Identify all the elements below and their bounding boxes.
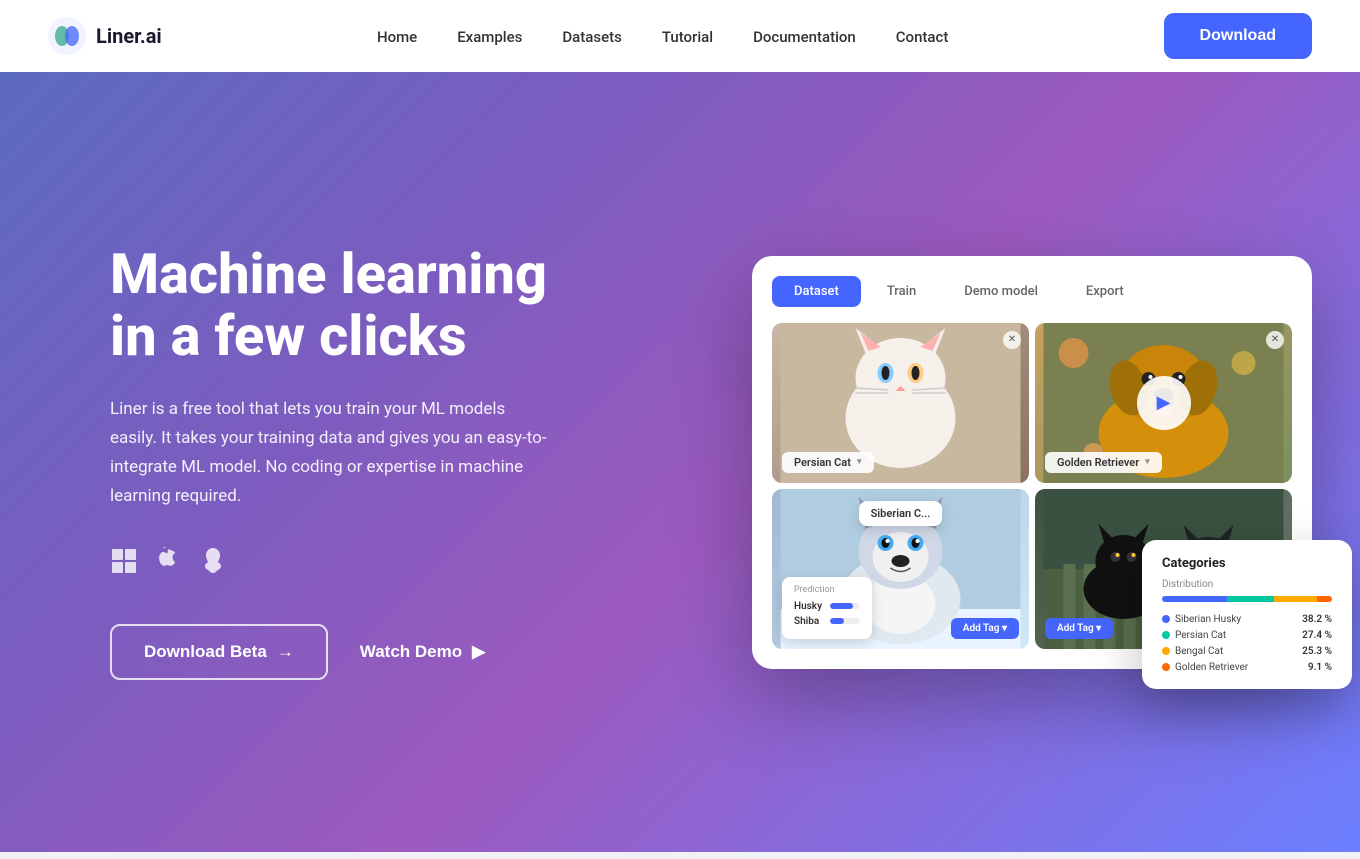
tab-demo-model[interactable]: Demo model xyxy=(942,276,1060,307)
navbar: Liner.ai Home Examples Datasets Tutorial… xyxy=(0,0,1360,72)
husky-image-box: Siberian C... Prediction Husky Shiba xyxy=(772,489,1029,649)
nav-contact[interactable]: Contact xyxy=(896,28,949,46)
hero-description: Liner is a free tool that lets you train… xyxy=(110,395,550,511)
app-mockup: Dataset Train Demo model Export xyxy=(752,256,1312,669)
cat-name-0: Siberian Husky xyxy=(1175,614,1302,625)
brand-logo[interactable]: Liner.ai xyxy=(48,17,162,55)
category-row-0: Siberian Husky 38.2 % xyxy=(1162,614,1332,625)
golden-image-box: ✕ Golden Retriever ▾ ▶ xyxy=(1035,323,1292,483)
play-button[interactable]: ▶ xyxy=(1137,376,1191,430)
nav-home[interactable]: Home xyxy=(377,28,417,46)
nav-tutorial[interactable]: Tutorial xyxy=(662,28,713,46)
cat-name-3: Golden Retriever xyxy=(1175,662,1308,673)
cat-dot-0 xyxy=(1162,615,1170,623)
watch-demo-arrow: ▶ xyxy=(472,642,485,662)
cat-pct-1: 27.4 % xyxy=(1302,630,1332,641)
apple-icon xyxy=(156,547,182,582)
bar-seg-bengal xyxy=(1274,596,1317,602)
windows-icon xyxy=(110,547,138,582)
nav-links: Home Examples Datasets Tutorial Document… xyxy=(377,27,948,46)
dark-dogs-add-tag[interactable]: Add Tag ▾ xyxy=(1045,618,1113,639)
golden-label[interactable]: Golden Retriever ▾ xyxy=(1045,452,1162,473)
os-icons xyxy=(110,547,630,582)
siberian-tooltip: Siberian C... xyxy=(859,501,943,526)
hero-right: Dataset Train Demo model Export xyxy=(630,256,1312,669)
tab-train[interactable]: Train xyxy=(865,276,938,307)
cat-dot-2 xyxy=(1162,647,1170,655)
golden-close-btn[interactable]: ✕ xyxy=(1266,331,1284,349)
prediction-bar-fill-shiba xyxy=(830,618,844,624)
cat-pct-3: 9.1 % xyxy=(1308,662,1332,673)
logo-icon xyxy=(48,17,86,55)
nav-datasets[interactable]: Datasets xyxy=(562,28,621,46)
prediction-bar-husky xyxy=(830,603,860,609)
category-row-3: Golden Retriever 9.1 % xyxy=(1162,662,1332,673)
cat-name-2: Bengal Cat xyxy=(1175,646,1302,657)
linux-icon xyxy=(200,547,226,582)
mockup-tabs: Dataset Train Demo model Export xyxy=(772,276,1292,307)
hero-left: Machine learningin a few clicks Liner is… xyxy=(110,244,630,680)
prediction-row-shiba: Shiba xyxy=(794,616,860,627)
watch-demo-button[interactable]: Watch Demo ▶ xyxy=(360,642,485,662)
cat-dot-3 xyxy=(1162,663,1170,671)
distribution-bar xyxy=(1162,596,1332,602)
hero-buttons: Download Beta → Watch Demo ▶ xyxy=(110,624,630,680)
category-row-1: Persian Cat 27.4 % xyxy=(1162,630,1332,641)
prediction-title: Prediction xyxy=(794,585,860,595)
cat-image-box: ✕ Persian Cat ▾ xyxy=(772,323,1029,483)
prediction-bar-fill-husky xyxy=(830,603,853,609)
prediction-box: Prediction Husky Shiba xyxy=(782,577,872,639)
cat-close-btn[interactable]: ✕ xyxy=(1003,331,1021,349)
distribution-label: Distribution xyxy=(1162,579,1332,590)
bar-seg-golden xyxy=(1317,596,1332,602)
nav-documentation[interactable]: Documentation xyxy=(753,28,856,46)
prediction-row-husky: Husky xyxy=(794,601,860,612)
categories-rows: Siberian Husky 38.2 % Persian Cat 27.4 %… xyxy=(1162,614,1332,673)
cat-dot-1 xyxy=(1162,631,1170,639)
nav-download-button[interactable]: Download xyxy=(1164,13,1312,59)
cat-label[interactable]: Persian Cat ▾ xyxy=(782,452,874,473)
hero-title: Machine learningin a few clicks xyxy=(110,244,630,367)
prediction-bar-shiba xyxy=(830,618,860,624)
tab-export[interactable]: Export xyxy=(1064,276,1146,307)
hero-section: Machine learningin a few clicks Liner is… xyxy=(0,72,1360,852)
nav-examples[interactable]: Examples xyxy=(457,28,522,46)
bar-seg-persian xyxy=(1227,596,1274,602)
brand-name: Liner.ai xyxy=(96,24,162,48)
categories-title: Categories xyxy=(1162,556,1332,571)
bar-seg-husky xyxy=(1162,596,1227,602)
category-row-2: Bengal Cat 25.3 % xyxy=(1162,646,1332,657)
download-beta-arrow: → xyxy=(277,642,294,662)
husky-add-tag[interactable]: Add Tag ▾ xyxy=(951,618,1019,639)
cat-pct-2: 25.3 % xyxy=(1302,646,1332,657)
download-beta-button[interactable]: Download Beta → xyxy=(110,624,328,680)
tab-dataset[interactable]: Dataset xyxy=(772,276,861,307)
cat-pct-0: 38.2 % xyxy=(1302,614,1332,625)
categories-card: Categories Distribution Siberian Husky 3… xyxy=(1142,540,1352,689)
cat-name-1: Persian Cat xyxy=(1175,630,1302,641)
